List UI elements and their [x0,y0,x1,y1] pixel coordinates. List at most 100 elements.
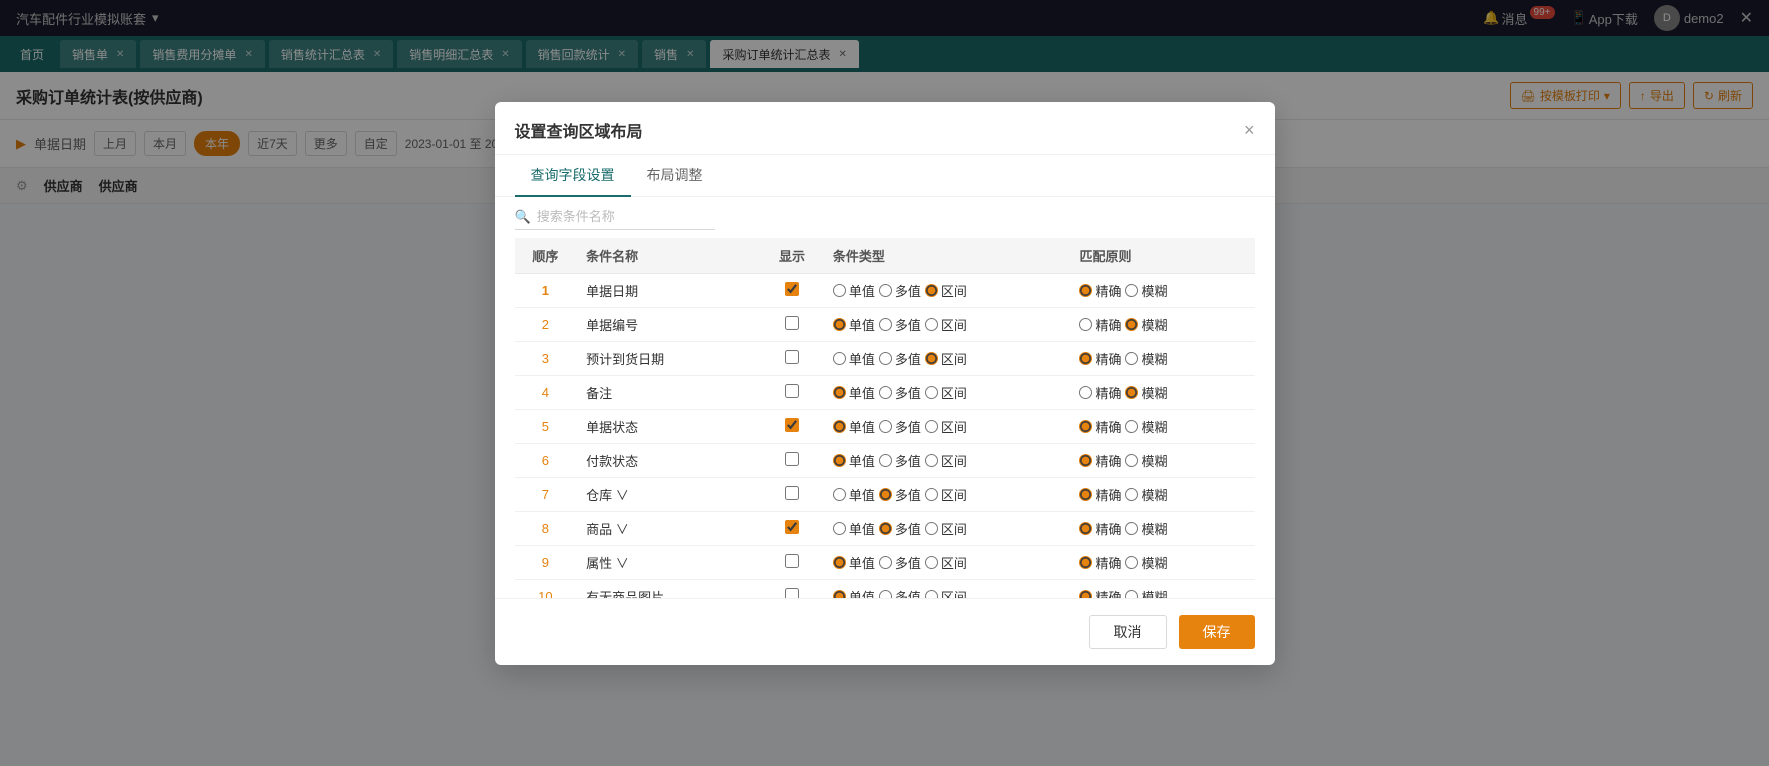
type-cell[interactable]: 单值多值区间 [823,545,1070,579]
display-checkbox[interactable] [785,418,799,432]
type-radio-option[interactable]: 区间 [925,417,967,436]
type-radio-option[interactable]: 多值 [879,519,921,538]
type-cell[interactable]: 单值多值区间 [823,375,1070,409]
type-radio-option[interactable]: 多值 [879,587,921,598]
match-radio-option[interactable]: 模糊 [1125,315,1167,334]
type-cell[interactable]: 单值多值区间 [823,579,1070,598]
type-radio-option[interactable]: 单值 [833,281,875,300]
match-cell[interactable]: 精确模糊 [1069,511,1254,545]
type-radio-option[interactable]: 区间 [925,485,967,504]
match-cell[interactable]: 精确模糊 [1069,307,1254,341]
display-checkbox[interactable] [785,554,799,568]
match-radio-option[interactable]: 精确 [1079,315,1121,334]
type-radio-option[interactable]: 多值 [879,485,921,504]
match-radio-option[interactable]: 精确 [1079,349,1121,368]
match-cell[interactable]: 精确模糊 [1069,443,1254,477]
type-cell[interactable]: 单值多值区间 [823,273,1070,307]
type-cell[interactable]: 单值多值区间 [823,443,1070,477]
type-radio-option[interactable]: 多值 [879,451,921,470]
order-cell: 9 [515,545,577,579]
type-radio-option[interactable]: 区间 [925,587,967,598]
match-radio-option[interactable]: 模糊 [1125,417,1167,436]
match-radio-option[interactable]: 精确 [1079,519,1121,538]
match-radio-option[interactable]: 精确 [1079,383,1121,402]
display-checkbox[interactable] [785,316,799,330]
match-radio-option[interactable]: 模糊 [1125,553,1167,572]
type-radio-option[interactable]: 区间 [925,553,967,572]
display-cell[interactable] [761,579,823,598]
match-radio-option[interactable]: 模糊 [1125,451,1167,470]
match-radio-option[interactable]: 模糊 [1125,281,1167,300]
display-cell[interactable] [761,409,823,443]
modal-close-button[interactable]: × [1244,121,1255,139]
type-radio-option[interactable]: 单值 [833,553,875,572]
type-radio-option[interactable]: 单值 [833,349,875,368]
match-radio-option[interactable]: 精确 [1079,485,1121,504]
type-radio-option[interactable]: 多值 [879,349,921,368]
type-cell[interactable]: 单值多值区间 [823,341,1070,375]
search-input[interactable] [537,209,697,224]
type-radio-option[interactable]: 多值 [879,315,921,334]
match-cell[interactable]: 精确模糊 [1069,477,1254,511]
order-cell: 2 [515,307,577,341]
match-cell[interactable]: 精确模糊 [1069,375,1254,409]
type-cell[interactable]: 单值多值区间 [823,307,1070,341]
cancel-button[interactable]: 取消 [1089,615,1167,649]
display-cell[interactable] [761,477,823,511]
display-cell[interactable] [761,443,823,477]
type-radio-option[interactable]: 多值 [879,417,921,436]
type-radio-option[interactable]: 单值 [833,383,875,402]
modal-tab-layout[interactable]: 布局调整 [631,155,719,197]
match-radio-option[interactable]: 精确 [1079,553,1121,572]
display-checkbox[interactable] [785,452,799,466]
match-cell[interactable]: 精确模糊 [1069,409,1254,443]
match-cell[interactable]: 精确模糊 [1069,579,1254,598]
display-cell[interactable] [761,545,823,579]
type-radio-option[interactable]: 单值 [833,417,875,436]
type-radio-option[interactable]: 多值 [879,383,921,402]
match-radio-option[interactable]: 模糊 [1125,587,1167,598]
type-radio-option[interactable]: 区间 [925,519,967,538]
type-cell[interactable]: 单值多值区间 [823,511,1070,545]
match-cell[interactable]: 精确模糊 [1069,545,1254,579]
table-row: 2单据编号单值多值区间精确模糊 [515,307,1255,341]
save-button[interactable]: 保存 [1179,615,1255,649]
display-checkbox[interactable] [785,384,799,398]
type-radio-option[interactable]: 区间 [925,383,967,402]
display-checkbox[interactable] [785,282,799,296]
type-radio-option[interactable]: 单值 [833,587,875,598]
order-cell: 8 [515,511,577,545]
type-radio-option[interactable]: 区间 [925,315,967,334]
match-radio-option[interactable]: 精确 [1079,281,1121,300]
type-radio-option[interactable]: 单值 [833,315,875,334]
type-radio-option[interactable]: 单值 [833,451,875,470]
display-cell[interactable] [761,511,823,545]
match-cell[interactable]: 精确模糊 [1069,273,1254,307]
type-cell[interactable]: 单值多值区间 [823,409,1070,443]
display-checkbox[interactable] [785,350,799,364]
display-cell[interactable] [761,273,823,307]
modal-tab-query-fields[interactable]: 查询字段设置 [515,155,631,197]
match-radio-option[interactable]: 精确 [1079,417,1121,436]
display-checkbox[interactable] [785,486,799,500]
type-radio-option[interactable]: 多值 [879,281,921,300]
match-radio-option[interactable]: 模糊 [1125,485,1167,504]
match-radio-option[interactable]: 模糊 [1125,519,1167,538]
display-checkbox[interactable] [785,588,799,598]
match-radio-option[interactable]: 模糊 [1125,349,1167,368]
type-radio-option[interactable]: 区间 [925,281,967,300]
match-cell[interactable]: 精确模糊 [1069,341,1254,375]
type-cell[interactable]: 单值多值区间 [823,477,1070,511]
display-checkbox[interactable] [785,520,799,534]
type-radio-option[interactable]: 多值 [879,553,921,572]
type-radio-option[interactable]: 单值 [833,485,875,504]
type-radio-option[interactable]: 区间 [925,451,967,470]
match-radio-option[interactable]: 精确 [1079,451,1121,470]
match-radio-option[interactable]: 精确 [1079,587,1121,598]
type-radio-option[interactable]: 单值 [833,519,875,538]
display-cell[interactable] [761,375,823,409]
display-cell[interactable] [761,341,823,375]
type-radio-option[interactable]: 区间 [925,349,967,368]
display-cell[interactable] [761,307,823,341]
match-radio-option[interactable]: 模糊 [1125,383,1167,402]
